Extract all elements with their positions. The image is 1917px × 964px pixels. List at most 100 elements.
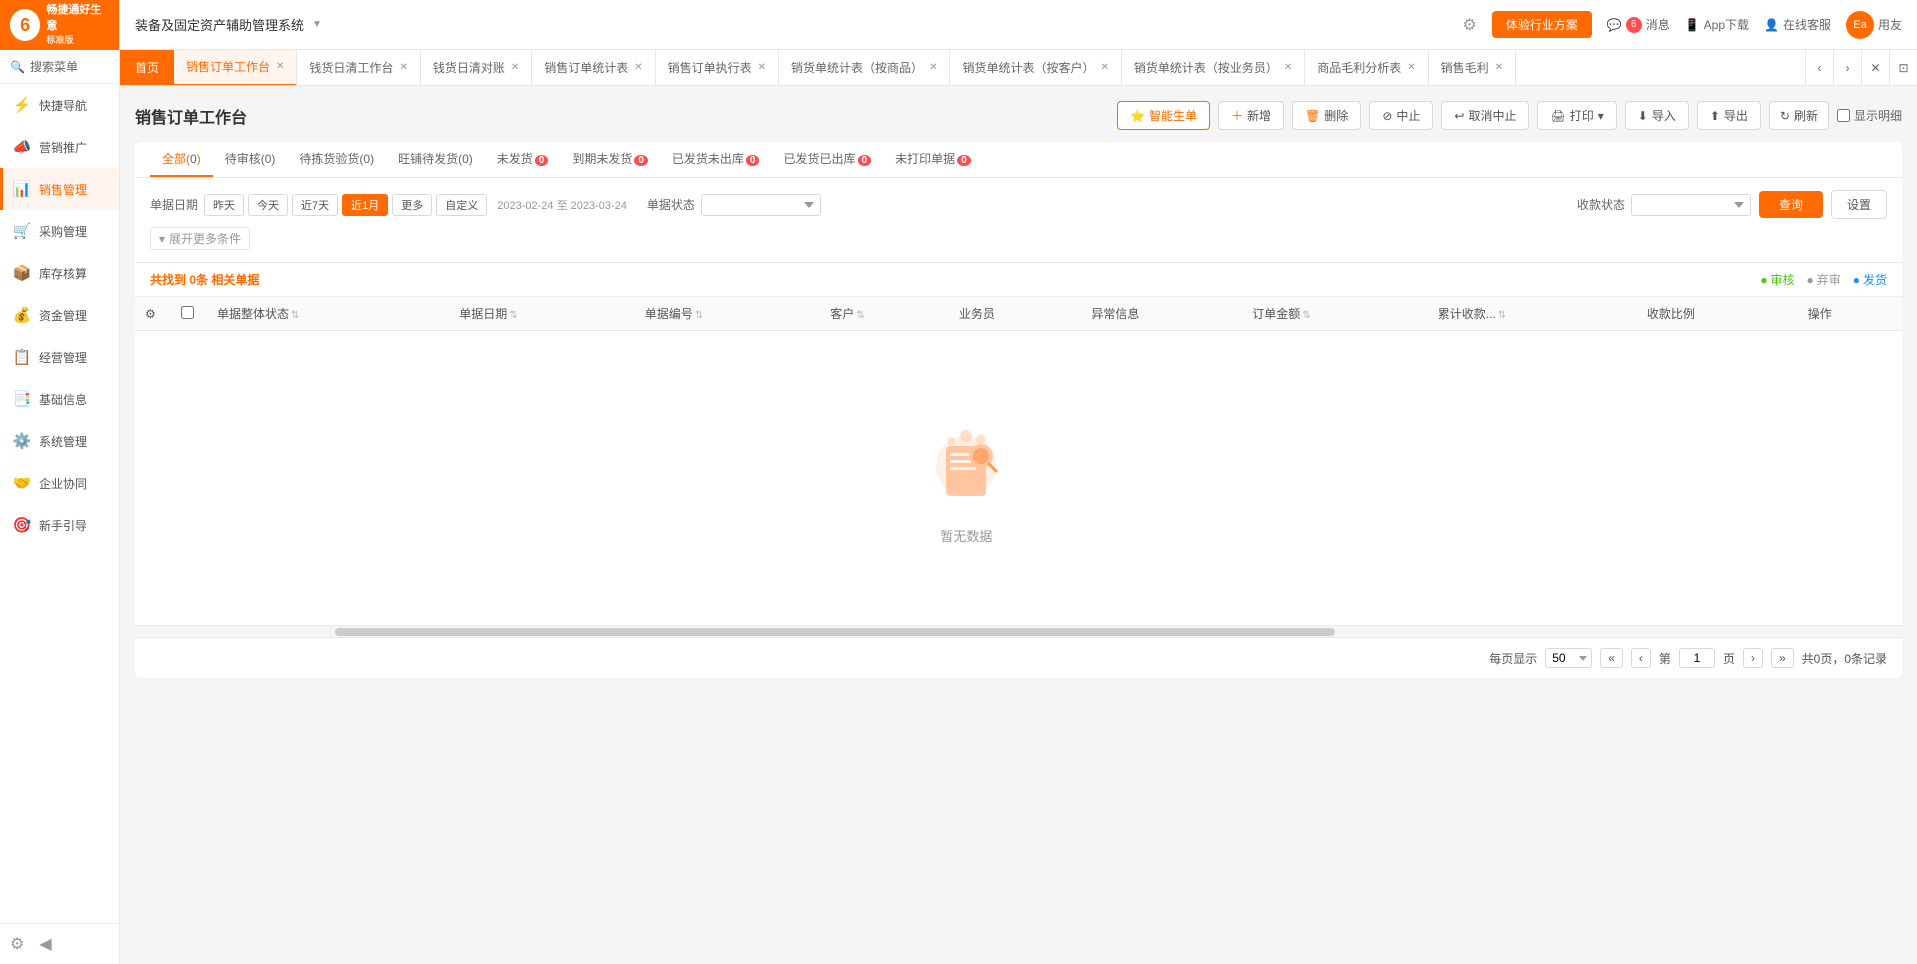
col-number[interactable]: 单据编号⇅ [635,297,820,331]
tab-close-sales-workbench[interactable]: ✕ [276,61,284,72]
filter-tab-not-shipped[interactable]: 未发货0 [485,142,561,177]
online-service-btn[interactable]: 👤 在线客服 [1764,16,1831,33]
query-button[interactable]: 查询 [1759,191,1823,218]
col-checkbox[interactable] [171,297,207,331]
tab-close-cargo-staff[interactable]: ✕ [1284,62,1292,73]
sidebar-item-nav[interactable]: ⚡ 快捷导航 [0,84,119,126]
date-1month[interactable]: 近1月 [342,194,388,216]
next-page-btn[interactable]: › [1743,648,1763,668]
audit-action[interactable]: ● 审核 [1760,271,1794,288]
message-btn[interactable]: 💬 6 消息 [1607,16,1670,33]
select-all-checkbox[interactable] [181,306,194,319]
date-yesterday[interactable]: 昨天 [204,194,244,216]
solution-button[interactable]: 体验行业方案 [1492,11,1592,38]
col-customer[interactable]: 客户⇅ [820,297,949,331]
sidebar-item-basic[interactable]: 📑 基础信息 [0,378,119,420]
page-size-select[interactable]: 50 100 200 [1545,648,1592,668]
tab-sales-profit[interactable]: 销售毛利 ✕ [1429,50,1516,86]
tab-sales-workbench[interactable]: 销售订单工作台 ✕ [174,50,297,86]
filter-tab-pending-audit[interactable]: 待审核(0) [213,142,288,177]
tab-close-sales-exec[interactable]: ✕ [758,62,766,73]
col-abnormal[interactable]: 异常信息 [1081,297,1242,331]
export-button[interactable]: ⬆ 导出 [1697,101,1761,130]
cancel-stop-button[interactable]: ↩ 取消中止 [1441,101,1529,130]
print-button[interactable]: 🖨 打印 ▾ [1537,101,1616,130]
col-ratio[interactable]: 收款比例 [1637,297,1798,331]
tabs-maximize[interactable]: ⊡ [1889,50,1917,86]
col-settings[interactable]: ⚙ [135,297,171,331]
app-download-btn[interactable]: 📱 App下载 [1685,16,1749,33]
first-page-btn[interactable]: « [1600,648,1623,668]
col-collected[interactable]: 累计收款...⇅ [1428,297,1637,331]
import-button[interactable]: ⬇ 导入 [1625,101,1689,130]
sidebar-item-guide[interactable]: 🎯 新手引导 [0,504,119,546]
sidebar-item-sales[interactable]: 📊 销售管理 [0,168,119,210]
date-more[interactable]: 更多 [392,194,432,216]
col-amount[interactable]: 订单金额⇅ [1242,297,1427,331]
stop-button[interactable]: ⊘ 中止 [1369,101,1433,130]
tab-close-cargo-customer[interactable]: ✕ [1100,62,1108,73]
status-select[interactable] [701,194,821,216]
sidebar-item-system[interactable]: ⚙️ 系统管理 [0,420,119,462]
filter-tab-wangpu[interactable]: 旺铺待发货(0) [386,142,485,177]
tab-sales-stats[interactable]: 销售订单统计表 ✕ [532,50,655,86]
refresh-button[interactable]: ↻ 刷新 [1769,101,1829,130]
last-page-btn[interactable]: » [1771,648,1794,668]
scrollbar-thumb[interactable] [335,628,1335,636]
col-date[interactable]: 单据日期⇅ [449,297,634,331]
tab-close-cash-daily[interactable]: ✕ [399,62,407,73]
filter-tab-not-printed[interactable]: 未打印单据0 [883,142,983,177]
page-number-input[interactable] [1679,648,1715,668]
delete-button[interactable]: 🗑 删除 [1292,101,1361,130]
tab-cash-reconcile[interactable]: 钱货日清对账 ✕ [421,50,532,86]
sidebar-item-operation[interactable]: 📋 经营管理 [0,336,119,378]
tab-cash-daily[interactable]: 钱货日清工作台 ✕ [297,50,420,86]
collapse-icon[interactable]: ◀ [39,934,51,954]
tab-close-sales-stats[interactable]: ✕ [634,62,642,73]
tab-cargo-stats-product[interactable]: 销货单统计表（按商品） ✕ [779,50,950,86]
sidebar-item-marketing[interactable]: 📣 营销推广 [0,126,119,168]
sidebar-item-purchase[interactable]: 🛒 采购管理 [0,210,119,252]
tab-home[interactable]: 首页 [120,50,174,86]
tab-cargo-stats-staff[interactable]: 销货单统计表（按业务员） ✕ [1122,50,1305,86]
detail-checkbox-input[interactable] [1837,109,1850,122]
payment-select[interactable] [1631,194,1751,216]
ship-action[interactable]: ● 发货 [1853,271,1887,288]
horizontal-scrollbar[interactable] [135,625,1902,637]
tabs-scroll-left[interactable]: ‹ [1805,50,1833,86]
tab-close-cash-reconcile[interactable]: ✕ [511,62,519,73]
tab-close-margin[interactable]: ✕ [1407,62,1415,73]
expand-button[interactable]: ▾ 展开更多条件 [150,227,250,250]
col-status[interactable]: 单据整体状态⇅ [207,297,449,331]
add-button[interactable]: ＋ 新增 [1218,101,1284,130]
tabs-scroll-right[interactable]: › [1833,50,1861,86]
tab-sales-exec[interactable]: 销售订单执行表 ✕ [656,50,779,86]
tab-close-cargo-product[interactable]: ✕ [929,62,937,73]
set-button[interactable]: 设置 [1831,190,1887,219]
settings-icon[interactable]: ⚙ [10,934,24,954]
system-dropdown[interactable]: ▼ [312,19,322,30]
filter-tab-overdue[interactable]: 到期未发货0 [560,142,660,177]
sidebar-search[interactable]: 🔍 搜索菜单 [0,50,119,84]
topbar-gear-icon[interactable]: ⚙ [1462,15,1476,35]
filter-tab-pending-inspect[interactable]: 待拣货验货(0) [287,142,386,177]
date-7days[interactable]: 近7天 [292,194,338,216]
filter-tab-shipped-out[interactable]: 已发货已出库0 [771,142,883,177]
user-area[interactable]: Ea 用友 [1846,11,1902,39]
tab-cargo-stats-customer[interactable]: 销货单统计表（按客户） ✕ [950,50,1121,86]
smart-gen-button[interactable]: ⭐ 智能生单 [1117,101,1210,130]
sidebar-item-finance[interactable]: 💰 资金管理 [0,294,119,336]
filter-tab-all[interactable]: 全部(0) [150,142,213,177]
cancel-action[interactable]: ● 弃审 [1806,271,1840,288]
prev-page-btn[interactable]: ‹ [1631,648,1651,668]
sidebar-item-inventory[interactable]: 📦 库存核算 [0,252,119,294]
date-custom[interactable]: 自定义 [436,194,487,216]
show-detail-checkbox[interactable]: 显示明细 [1837,107,1902,124]
tab-close-profit[interactable]: ✕ [1495,62,1503,73]
filter-tab-shipped-not-out[interactable]: 已发货未出库0 [660,142,772,177]
col-staff[interactable]: 业务员 [949,297,1082,331]
tabs-close-all[interactable]: ✕ [1861,50,1889,86]
tab-margin-analysis[interactable]: 商品毛利分析表 ✕ [1305,50,1428,86]
sidebar-item-enterprise[interactable]: 🤝 企业协同 [0,462,119,504]
date-today[interactable]: 今天 [248,194,288,216]
